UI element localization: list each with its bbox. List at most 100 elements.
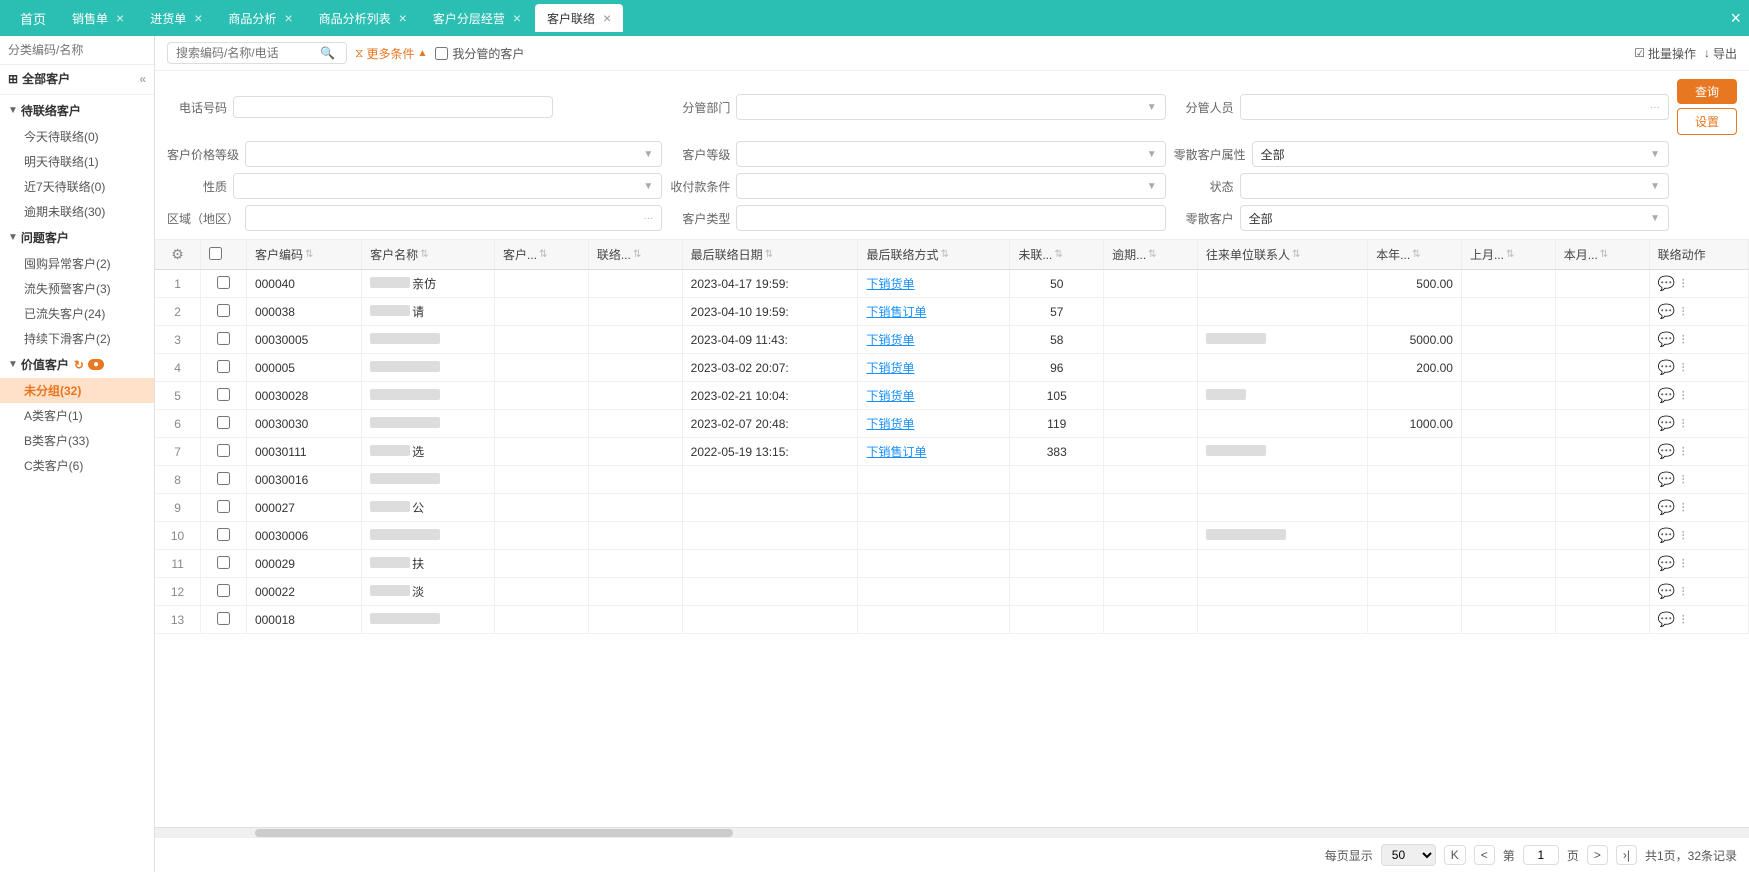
batch-ops-btn[interactable]: ☑ 批量操作: [1634, 45, 1696, 62]
grid-action-icon[interactable]: ⁝: [1681, 499, 1685, 516]
grid-action-icon[interactable]: ⁝: [1681, 555, 1685, 572]
retail-attr-select[interactable]: 全部 ▼: [1252, 141, 1669, 167]
cust-type-select[interactable]: [736, 205, 1165, 231]
message-icon[interactable]: 💬: [1658, 499, 1675, 516]
filter-search-box[interactable]: 🔍: [167, 42, 347, 64]
row-checkbox[interactable]: [201, 438, 247, 466]
method-link[interactable]: 下销售订单: [866, 305, 926, 319]
row-checkbox[interactable]: [201, 550, 247, 578]
churn-warning[interactable]: 流失预警客户(3): [0, 276, 154, 301]
close-tab-purchase[interactable]: ×: [194, 10, 202, 26]
grid-action-icon[interactable]: ⁝: [1681, 471, 1685, 488]
class-a[interactable]: A类客户(1): [0, 403, 154, 428]
sidebar-collapse-btn[interactable]: «: [139, 72, 146, 86]
row-checkbox[interactable]: [201, 326, 247, 354]
scroll-thumb[interactable]: [255, 829, 733, 837]
all-customers-header[interactable]: ⊞ 全部客户 «: [0, 65, 154, 92]
col-unlisted[interactable]: 未联...⇅: [1010, 240, 1104, 270]
message-icon[interactable]: 💬: [1658, 331, 1675, 348]
grid-action-icon[interactable]: ⁝: [1681, 611, 1685, 628]
sidebar-search-input[interactable]: [8, 43, 155, 57]
row-checkbox[interactable]: [201, 494, 247, 522]
filter-search-icon[interactable]: 🔍: [320, 46, 335, 60]
grid-action-icon[interactable]: ⁝: [1681, 415, 1685, 432]
col-code[interactable]: 客户编码⇅: [246, 240, 361, 270]
close-tab-customer-mgmt[interactable]: ×: [513, 10, 521, 26]
message-icon[interactable]: 💬: [1658, 387, 1675, 404]
row-checkbox[interactable]: [201, 354, 247, 382]
select-all-checkbox[interactable]: [209, 247, 222, 260]
col-settings[interactable]: ⚙: [155, 240, 201, 270]
grid-action-icon[interactable]: ⁝: [1681, 331, 1685, 348]
message-icon[interactable]: 💬: [1658, 471, 1675, 488]
nav-tab-analysis[interactable]: 商品分析 ×: [216, 4, 304, 32]
close-tab-customer-contact[interactable]: ×: [603, 10, 611, 26]
retail-cust-select[interactable]: 全部 ▼: [1240, 205, 1669, 231]
week-pending[interactable]: 近7天待联络(0): [0, 174, 154, 199]
phone-input[interactable]: [233, 96, 553, 118]
col-contact[interactable]: 联络...⇅: [588, 240, 682, 270]
reset-btn[interactable]: 设置: [1677, 108, 1737, 135]
close-tab-analysis[interactable]: ×: [284, 10, 292, 26]
col-associate[interactable]: 往来单位联系人⇅: [1197, 240, 1367, 270]
manager-select[interactable]: ···: [1240, 94, 1669, 120]
export-btn[interactable]: ↓ 导出: [1704, 45, 1737, 62]
nav-tab-purchase[interactable]: 进货单 ×: [138, 4, 214, 32]
col-customer[interactable]: 客户...⇅: [495, 240, 589, 270]
tomorrow-pending[interactable]: 明天待联络(1): [0, 149, 154, 174]
top-close-btn[interactable]: ×: [1730, 8, 1741, 29]
nav-tab-sales[interactable]: 销售单 ×: [60, 4, 136, 32]
per-page-select[interactable]: 50 20 100: [1381, 844, 1436, 866]
today-pending[interactable]: 今天待联络(0): [0, 124, 154, 149]
nav-tab-customer-mgmt[interactable]: 客户分层经营 ×: [421, 4, 533, 32]
message-icon[interactable]: 💬: [1658, 275, 1675, 292]
cust-level-select[interactable]: ▼: [736, 141, 1165, 167]
pending-contact-group[interactable]: ▼ 待联络客户: [0, 97, 154, 124]
region-select[interactable]: ···: [245, 205, 662, 231]
grid-action-icon[interactable]: ⁝: [1681, 359, 1685, 376]
row-checkbox[interactable]: [201, 298, 247, 326]
declining[interactable]: 持续下滑客户(2): [0, 326, 154, 351]
row-checkbox[interactable]: [201, 466, 247, 494]
message-icon[interactable]: 💬: [1658, 555, 1675, 572]
message-icon[interactable]: 💬: [1658, 359, 1675, 376]
col-checkbox[interactable]: [201, 240, 247, 270]
grid-action-icon[interactable]: ⁝: [1681, 583, 1685, 600]
close-tab-sales[interactable]: ×: [116, 10, 124, 26]
col-name[interactable]: 客户名称⇅: [362, 240, 495, 270]
method-link[interactable]: 下销货单: [866, 361, 914, 375]
class-c[interactable]: C类客户(6): [0, 453, 154, 478]
problem-customers-group[interactable]: ▼ 问题客户: [0, 224, 154, 251]
col-overdue[interactable]: 逾期...⇅: [1104, 240, 1198, 270]
method-link[interactable]: 下销售订单: [866, 445, 926, 459]
query-btn[interactable]: 查询: [1677, 79, 1737, 104]
row-checkbox[interactable]: [201, 578, 247, 606]
nav-home[interactable]: 首页: [8, 9, 58, 28]
class-b[interactable]: B类客户(33): [0, 428, 154, 453]
row-checkbox[interactable]: [201, 410, 247, 438]
status-select[interactable]: ▼: [1240, 173, 1669, 199]
method-link[interactable]: 下销货单: [866, 417, 914, 431]
first-page-btn[interactable]: K: [1444, 845, 1466, 865]
dept-select[interactable]: ▼: [736, 94, 1165, 120]
abnormal-purchase[interactable]: 囤购异常客户(2): [0, 251, 154, 276]
ungroup[interactable]: 未分组(32): [0, 378, 154, 403]
row-checkbox[interactable]: [201, 522, 247, 550]
message-icon[interactable]: 💬: [1658, 583, 1675, 600]
next-page-btn[interactable]: >: [1587, 845, 1608, 865]
page-input[interactable]: [1523, 845, 1559, 865]
churned[interactable]: 已流失客户(24): [0, 301, 154, 326]
col-last-date[interactable]: 最后联络日期⇅: [682, 240, 858, 270]
overdue-pending[interactable]: 逾期未联络(30): [0, 199, 154, 224]
refresh-icon[interactable]: ↻: [74, 358, 84, 372]
grid-action-icon[interactable]: ⁝: [1681, 387, 1685, 404]
message-icon[interactable]: 💬: [1658, 611, 1675, 628]
row-checkbox[interactable]: [201, 606, 247, 634]
value-customers-group[interactable]: ▼ 价值客户 ↻ ●: [0, 351, 154, 378]
message-icon[interactable]: 💬: [1658, 415, 1675, 432]
close-tab-analysis-list[interactable]: ×: [399, 10, 407, 26]
message-icon[interactable]: 💬: [1658, 443, 1675, 460]
grid-action-icon[interactable]: ⁝: [1681, 527, 1685, 544]
horizontal-scrollbar[interactable]: [155, 827, 1749, 837]
last-page-btn[interactable]: ›|: [1616, 845, 1637, 865]
